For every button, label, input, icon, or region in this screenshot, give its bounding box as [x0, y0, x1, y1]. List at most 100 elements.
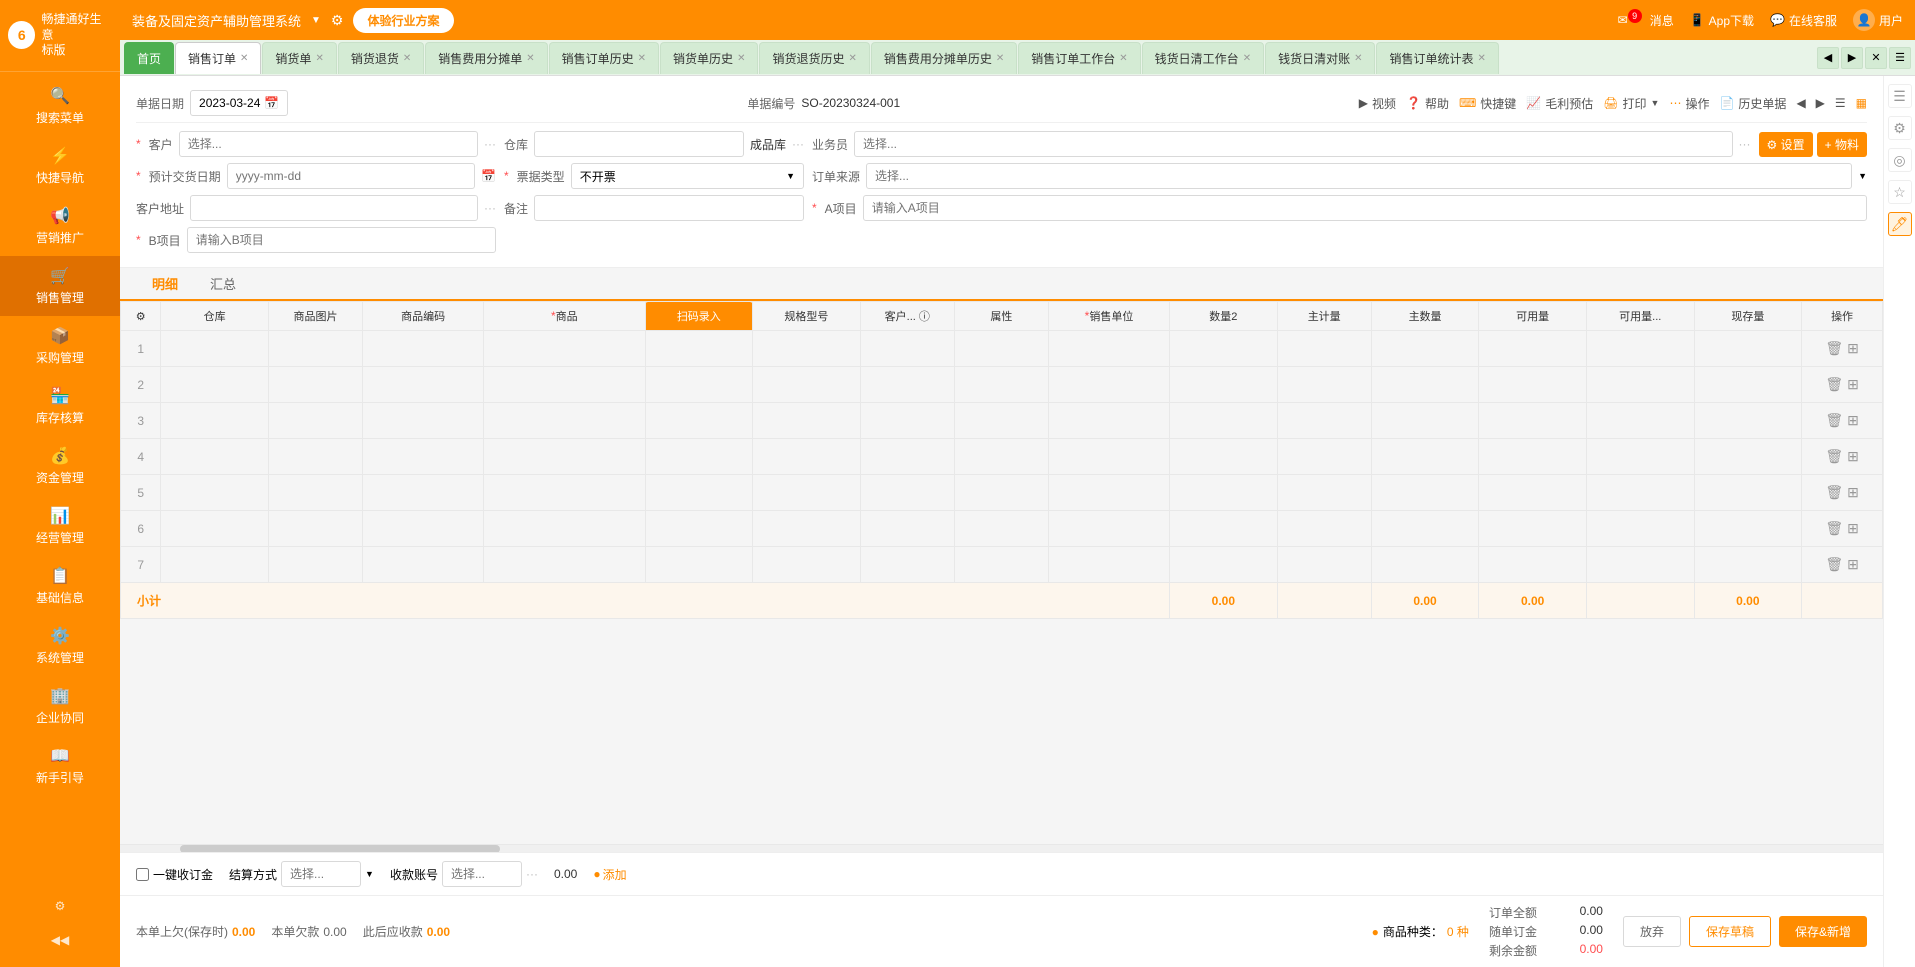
row-5-attr[interactable]	[954, 475, 1048, 511]
row-5-copy-btn[interactable]: ⊞	[1847, 484, 1859, 501]
row-2-attr[interactable]	[954, 367, 1048, 403]
grid-view-btn[interactable]: ▦	[1856, 96, 1867, 110]
row-1-main-qty[interactable]	[1371, 331, 1479, 367]
row-1-spec[interactable]	[753, 331, 861, 367]
row-5-main-qty[interactable]	[1371, 475, 1479, 511]
tab-cash-reconcile[interactable]: 钱货日清对账 ✕	[1265, 42, 1375, 74]
tab-return-history-close[interactable]: ✕	[737, 53, 745, 64]
row-4-main-qty[interactable]	[1371, 439, 1479, 475]
row-1-sales-unit[interactable]	[1048, 331, 1169, 367]
row-2-qty2[interactable]	[1170, 367, 1278, 403]
shortcut-btn[interactable]: ⌨ 快捷键	[1459, 95, 1516, 112]
row-3-cust-code[interactable]	[860, 403, 954, 439]
col-settings[interactable]: ⚙	[121, 302, 161, 331]
sidebar-bottom-settings[interactable]: ⚙	[0, 889, 120, 923]
sidebar-item-inventory[interactable]: 🏪 库存核算	[0, 376, 120, 436]
view-btn[interactable]: ▶ 视频	[1359, 95, 1396, 112]
note-input[interactable]	[534, 195, 804, 221]
row-5-delete-btn[interactable]: 🗑	[1825, 484, 1843, 501]
tab-next-btn[interactable]: ▶	[1841, 47, 1863, 69]
tab-workbench[interactable]: 销售订单工作台 ✕	[1018, 42, 1140, 74]
sidebar-item-sales[interactable]: 🛒 销售管理	[0, 256, 120, 316]
receipt-dots[interactable]: ···	[526, 867, 538, 881]
row-4-delete-btn[interactable]: 🗑	[1825, 448, 1843, 465]
row-3-main-qty[interactable]	[1371, 403, 1479, 439]
sidebar-item-enterprise[interactable]: 🏢 企业协同	[0, 676, 120, 736]
row-1-product[interactable]	[484, 331, 645, 367]
col-scan[interactable]: 扫码录入	[645, 302, 753, 331]
row-3-code[interactable]	[363, 403, 484, 439]
row-5-code[interactable]	[363, 475, 484, 511]
row-4-qty2[interactable]	[1170, 439, 1278, 475]
sidebar-item-marketing[interactable]: 📢 营销推广	[0, 196, 120, 256]
a-project-input[interactable]	[863, 195, 1867, 221]
ticket-select[interactable]: 不开票 ▼	[571, 163, 804, 189]
customer-dots[interactable]: ···	[484, 137, 496, 151]
list-view-btn[interactable]: ☰	[1835, 96, 1846, 110]
sidebar-item-quick-nav[interactable]: ⚡ 快捷导航	[0, 136, 120, 196]
row-5-warehouse[interactable]	[161, 475, 269, 511]
add-material-right-btn[interactable]: + 物料	[1817, 132, 1867, 157]
row-3-warehouse[interactable]	[161, 403, 269, 439]
tab-sales-return[interactable]: 销货单 ✕	[262, 42, 336, 74]
row-1-attr[interactable]	[954, 331, 1048, 367]
sidebar-item-guide[interactable]: 📖 新手引导	[0, 736, 120, 796]
settings-right-btn[interactable]: ⚙ 设置	[1759, 132, 1813, 157]
discard-button[interactable]: 放弃	[1623, 916, 1681, 947]
right-panel-btn-1[interactable]: ☰	[1888, 84, 1912, 108]
row-6-product[interactable]	[484, 511, 645, 547]
horizontal-scrollbar[interactable]	[120, 844, 1883, 852]
row-3-qty2[interactable]	[1170, 403, 1278, 439]
customer-input[interactable]	[179, 131, 478, 157]
row-4-cust-code[interactable]	[860, 439, 954, 475]
tab-return-history[interactable]: 销货单历史 ✕	[660, 42, 758, 74]
tab-fee-history-close[interactable]: ✕	[996, 53, 1004, 64]
row-5-sales-unit[interactable]	[1048, 475, 1169, 511]
row-5-cust-code[interactable]	[860, 475, 954, 511]
save-draft-button[interactable]: 保存草稿	[1689, 916, 1771, 947]
row-4-copy-btn[interactable]: ⊞	[1847, 448, 1859, 465]
tab-workbench-close[interactable]: ✕	[1119, 53, 1127, 64]
history-btn[interactable]: 📄 历史单据	[1719, 95, 1786, 112]
tab-cash-reconcile-close[interactable]: ✕	[1354, 53, 1362, 64]
tab-cash-workbench-close[interactable]: ✕	[1243, 53, 1251, 64]
tab-fee-split[interactable]: 销售费用分摊单 ✕	[425, 42, 547, 74]
row-3-spec[interactable]	[753, 403, 861, 439]
row-3-copy-btn[interactable]: ⊞	[1847, 412, 1859, 429]
industry-plan-button[interactable]: 体验行业方案	[353, 8, 453, 33]
one-click-deposit-checkbox[interactable]	[136, 868, 149, 881]
row-3-sales-unit[interactable]	[1048, 403, 1169, 439]
row-3-delete-btn[interactable]: 🗑	[1825, 412, 1843, 429]
row-1-warehouse[interactable]	[161, 331, 269, 367]
tab-stats[interactable]: 销售订单统计表 ✕	[1376, 42, 1498, 74]
row-5-product[interactable]	[484, 475, 645, 511]
row-1-qty2[interactable]	[1170, 331, 1278, 367]
tab-prev-btn[interactable]: ◀	[1817, 47, 1839, 69]
tab-sales-refund[interactable]: 销货退货 ✕	[338, 42, 424, 74]
row-7-spec[interactable]	[753, 547, 861, 583]
salesperson-dots[interactable]: ···	[1739, 137, 1751, 151]
row-7-main-qty[interactable]	[1371, 547, 1479, 583]
tab-home[interactable]: 首页	[124, 42, 174, 74]
row-6-delete-btn[interactable]: 🗑	[1825, 520, 1843, 537]
tab-menu-btn[interactable]: ☰	[1889, 47, 1911, 69]
app-download-btn[interactable]: 📱 App下载	[1690, 12, 1754, 29]
settlement-input[interactable]	[281, 861, 361, 887]
tab-close-all-btn[interactable]: ✕	[1865, 47, 1887, 69]
row-6-code[interactable]	[363, 511, 484, 547]
row-7-copy-btn[interactable]: ⊞	[1847, 556, 1859, 573]
right-panel-btn-5[interactable]: 🖊	[1888, 212, 1912, 236]
delivery-input[interactable]	[227, 163, 475, 189]
row-6-qty2[interactable]	[1170, 511, 1278, 547]
address-dots[interactable]: ···	[484, 201, 496, 215]
row-2-product[interactable]	[484, 367, 645, 403]
row-4-attr[interactable]	[954, 439, 1048, 475]
save-new-button[interactable]: 保存&新增	[1779, 916, 1867, 947]
row-7-code[interactable]	[363, 547, 484, 583]
row-2-cust-code[interactable]	[860, 367, 954, 403]
sidebar-item-finance[interactable]: 💰 资金管理	[0, 436, 120, 496]
address-input[interactable]	[190, 195, 478, 221]
row-2-spec[interactable]	[753, 367, 861, 403]
row-5-spec[interactable]	[753, 475, 861, 511]
row-7-delete-btn[interactable]: 🗑	[1825, 556, 1843, 573]
